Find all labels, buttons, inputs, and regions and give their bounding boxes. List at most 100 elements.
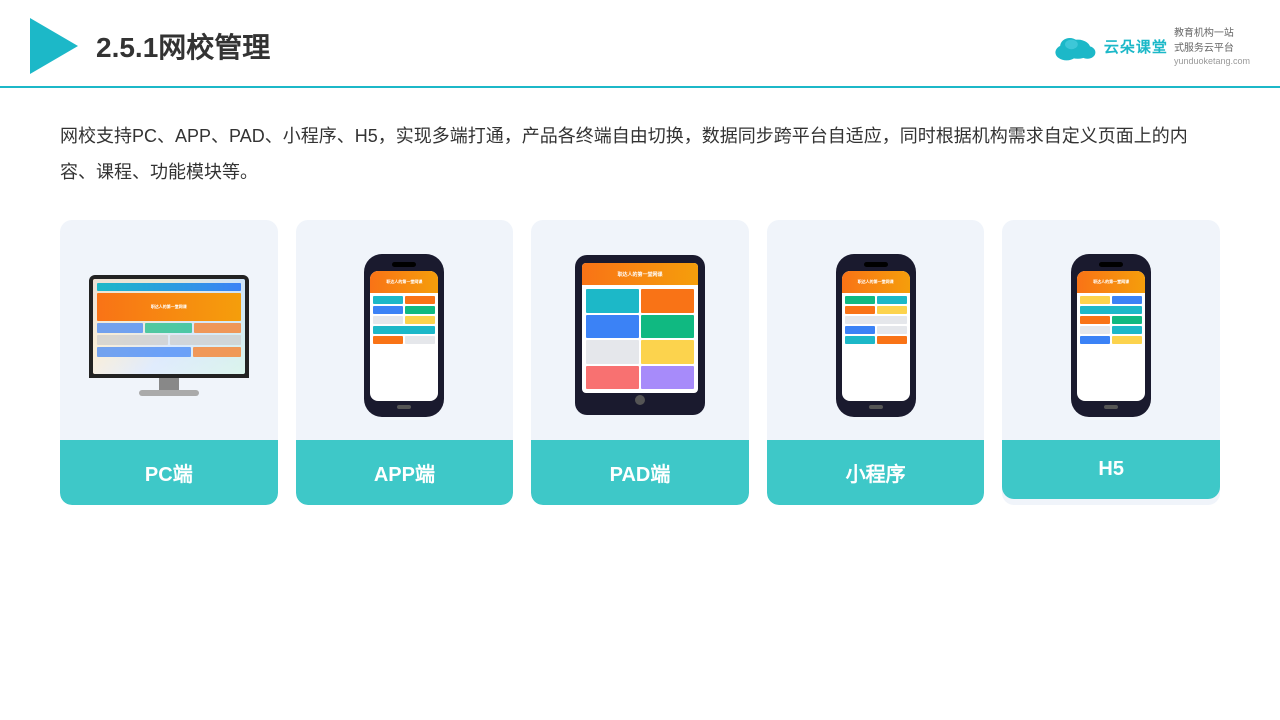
screen-block bbox=[170, 335, 241, 345]
cards-container: 职达人的第一堂网课 bbox=[60, 220, 1220, 505]
screen-block bbox=[194, 323, 241, 333]
card-pad-label: PAD端 bbox=[531, 440, 749, 505]
monitor-base bbox=[159, 378, 179, 390]
phone-block bbox=[1080, 326, 1110, 334]
phone-row bbox=[373, 326, 435, 334]
phone-block bbox=[1080, 306, 1142, 314]
phone-block bbox=[845, 306, 875, 314]
screen-row-2 bbox=[97, 335, 241, 345]
monitor-screen: 职达人的第一堂网课 bbox=[93, 279, 245, 374]
phone-screen-top-h5: 职达人的第一堂网课 bbox=[1077, 271, 1145, 293]
tablet-top-text: 职达人的第一堂网课 bbox=[617, 271, 662, 278]
phone-row bbox=[845, 326, 907, 334]
card-h5: 职达人的第一堂网课 bbox=[1002, 220, 1220, 505]
tablet-screen: 职达人的第一堂网课 bbox=[582, 263, 698, 393]
description-text: 网校支持PC、APP、PAD、小程序、H5，实现多端打通，产品各终端自由切换，数… bbox=[60, 118, 1220, 190]
phone-home-button-miniapp bbox=[869, 405, 883, 409]
card-pad: 职达人的第一堂网课 bbox=[531, 220, 749, 505]
tablet-block bbox=[641, 289, 694, 313]
phone-row bbox=[373, 296, 435, 304]
phone-block bbox=[1080, 316, 1110, 324]
tablet-outer: 职达人的第一堂网课 bbox=[575, 255, 705, 415]
tablet-block bbox=[586, 315, 639, 339]
monitor-stand bbox=[139, 390, 199, 396]
phone-row bbox=[373, 306, 435, 314]
phone-home-button bbox=[397, 405, 411, 409]
card-h5-image: 职达人的第一堂网课 bbox=[1002, 220, 1220, 440]
phone-top-text: 职达人的第一堂网课 bbox=[386, 279, 422, 285]
phone-body-miniapp bbox=[842, 293, 910, 401]
monitor-screen-wrap: 职达人的第一堂网课 bbox=[89, 275, 249, 378]
phone-row bbox=[1080, 326, 1142, 334]
phone-row bbox=[1080, 336, 1142, 344]
phone-notch bbox=[392, 262, 416, 267]
phone-block bbox=[405, 296, 435, 304]
brand-icon-wrap: 云朵课堂 教育机构一站 式服务云平台 yunduoketang.com bbox=[1048, 26, 1250, 66]
phone-block bbox=[877, 306, 907, 314]
phone-block bbox=[373, 316, 403, 324]
phone-row bbox=[1080, 316, 1142, 324]
phone-block bbox=[845, 316, 907, 324]
phone-block bbox=[405, 316, 435, 324]
phone-block bbox=[1112, 316, 1142, 324]
tablet-home-button bbox=[635, 395, 645, 405]
card-pc-label: PC端 bbox=[60, 440, 278, 505]
card-pad-image: 职达人的第一堂网课 bbox=[531, 220, 749, 440]
phone-mockup-h5: 职达人的第一堂网课 bbox=[1071, 254, 1151, 417]
monitor-mockup: 职达人的第一堂网课 bbox=[89, 275, 249, 396]
phone-mockup-app: 职达人的第一堂网课 bbox=[364, 254, 444, 417]
phone-block bbox=[1080, 296, 1110, 304]
phone-screen-top-miniapp: 职达人的第一堂网课 bbox=[842, 271, 910, 293]
tablet-block bbox=[641, 315, 694, 339]
phone-block bbox=[877, 326, 907, 334]
logo-triangle-icon bbox=[30, 18, 78, 74]
phone-top-text-miniapp: 职达人的第一堂网课 bbox=[858, 279, 894, 285]
phone-block bbox=[373, 296, 403, 304]
card-pc: 职达人的第一堂网课 bbox=[60, 220, 278, 505]
phone-body bbox=[370, 293, 438, 401]
phone-mockup-miniapp: 职达人的第一堂网课 bbox=[836, 254, 916, 417]
page-title: 2.5.1网校管理 bbox=[96, 26, 270, 66]
brand-text: 云朵课堂 bbox=[1104, 36, 1168, 57]
screen-row-3 bbox=[97, 347, 241, 357]
phone-row bbox=[373, 316, 435, 324]
phone-block bbox=[373, 336, 403, 344]
phone-block bbox=[845, 326, 875, 334]
phone-outer-h5: 职达人的第一堂网课 bbox=[1071, 254, 1151, 417]
screen-block bbox=[97, 347, 192, 357]
phone-block bbox=[373, 306, 403, 314]
cloud-icon bbox=[1048, 30, 1098, 62]
phone-body-h5 bbox=[1077, 293, 1145, 401]
main-content: 网校支持PC、APP、PAD、小程序、H5，实现多端打通，产品各终端自由切换，数… bbox=[0, 88, 1280, 525]
phone-home-button-h5 bbox=[1104, 405, 1118, 409]
phone-row bbox=[1080, 296, 1142, 304]
tablet-mockup: 职达人的第一堂网课 bbox=[575, 255, 705, 415]
phone-block bbox=[1080, 336, 1110, 344]
brand-logo: 云朵课堂 教育机构一站 式服务云平台 yunduoketang.com bbox=[1048, 26, 1250, 66]
tablet-block bbox=[586, 340, 639, 364]
tablet-block bbox=[586, 289, 639, 313]
screen-block bbox=[97, 335, 168, 345]
phone-notch-h5 bbox=[1099, 262, 1123, 267]
phone-row bbox=[845, 316, 907, 324]
phone-block bbox=[845, 336, 875, 344]
phone-row bbox=[845, 336, 907, 344]
card-pc-image: 职达人的第一堂网课 bbox=[60, 220, 278, 440]
phone-block bbox=[405, 336, 435, 344]
phone-block bbox=[1112, 296, 1142, 304]
phone-block bbox=[877, 296, 907, 304]
screen-banner-text: 职达人的第一堂网课 bbox=[151, 304, 187, 310]
card-app: 职达人的第一堂网课 bbox=[296, 220, 514, 505]
phone-screen-top: 职达人的第一堂网课 bbox=[370, 271, 438, 293]
brand-url: yunduoketang.com bbox=[1174, 56, 1250, 66]
card-miniapp-image: 职达人的第一堂网课 bbox=[767, 220, 985, 440]
screen-block bbox=[145, 323, 192, 333]
tablet-block bbox=[641, 366, 694, 390]
phone-outer: 职达人的第一堂网课 bbox=[364, 254, 444, 417]
tablet-block bbox=[586, 366, 639, 390]
tablet-screen-top: 职达人的第一堂网课 bbox=[582, 263, 698, 285]
phone-row bbox=[1080, 306, 1142, 314]
phone-block bbox=[877, 336, 907, 344]
header-left: 2.5.1网校管理 bbox=[30, 18, 270, 74]
card-app-label: APP端 bbox=[296, 440, 514, 505]
